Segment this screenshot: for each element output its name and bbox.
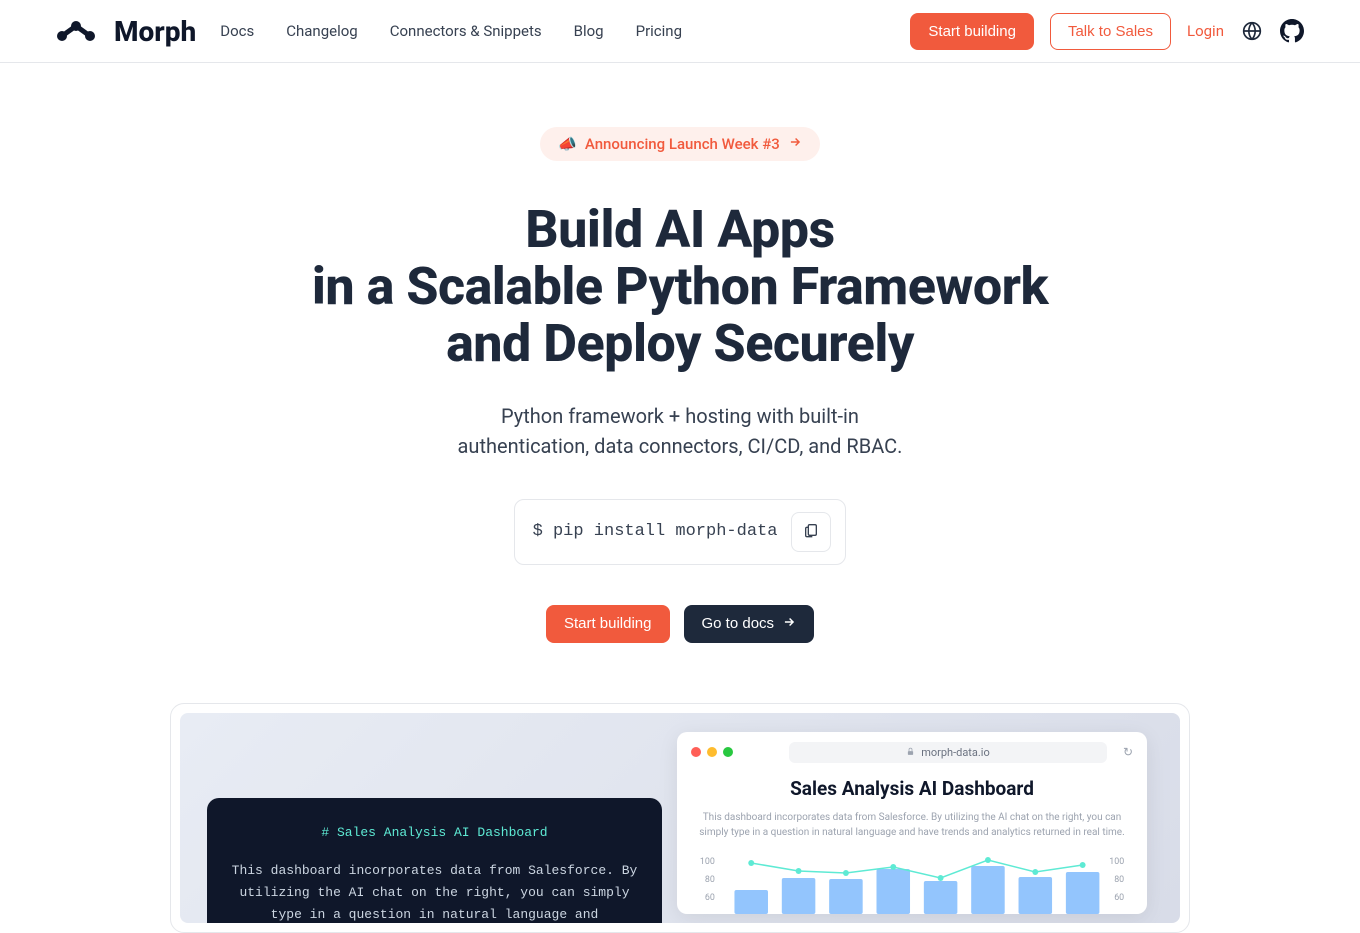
hero-subtitle: Python framework + hosting with built-in… [0, 401, 1360, 461]
login-link[interactable]: Login [1187, 22, 1224, 40]
cta-row: Start building Go to docs [0, 605, 1360, 643]
nav-blog[interactable]: Blog [574, 22, 604, 40]
preview-canvas: # Sales Analysis AI Dashboard This dashb… [180, 713, 1180, 923]
lock-icon [906, 746, 915, 759]
hero-title-line1: Build AI Apps [525, 199, 834, 260]
nav-pricing[interactable]: Pricing [636, 22, 682, 40]
announcement-text: Announcing Launch Week #3 [585, 135, 780, 153]
dashboard-chart: 100 80 60 100 80 60 [695, 854, 1129, 914]
dashboard-description: This dashboard incorporates data from Sa… [695, 810, 1129, 840]
product-preview: # Sales Analysis AI Dashboard This dashb… [170, 703, 1190, 933]
brand-logo[interactable]: Morph [56, 15, 196, 48]
site-header: Morph Docs Changelog Connectors & Snippe… [0, 0, 1360, 63]
hero-title: Build AI Apps in a Scalable Python Frame… [0, 201, 1360, 373]
traffic-light-minimize-icon [707, 747, 717, 757]
morph-logo-icon [56, 20, 106, 42]
reload-icon: ↻ [1123, 745, 1133, 759]
dashboard-title: Sales Analysis AI Dashboard [695, 777, 1129, 800]
code-body: This dashboard incorporates data from Sa… [231, 860, 638, 923]
hero-title-line3: and Deploy Securely [446, 313, 914, 374]
start-building-button[interactable]: Start building [910, 13, 1034, 50]
traffic-light-close-icon [691, 747, 701, 757]
go-to-docs-label: Go to docs [702, 615, 775, 632]
nav-connectors[interactable]: Connectors & Snippets [390, 22, 542, 40]
browser-chrome: morph-data.io ↻ [677, 732, 1147, 773]
svg-text:60: 60 [1114, 893, 1124, 903]
arrow-right-icon [788, 135, 802, 153]
clipboard-icon [803, 522, 819, 541]
hero-sub-line2: authentication, data connectors, CI/CD, … [458, 434, 903, 458]
traffic-light-zoom-icon [723, 747, 733, 757]
code-editor-panel: # Sales Analysis AI Dashboard This dashb… [207, 798, 662, 923]
announcement-pill[interactable]: 📣 Announcing Launch Week #3 [540, 127, 820, 161]
header-actions: Start building Talk to Sales Login [910, 13, 1304, 50]
copy-button[interactable] [791, 512, 831, 552]
install-command-box: $ pip install morph-data [514, 499, 847, 565]
brand-name: Morph [114, 15, 196, 48]
hero-start-building-button[interactable]: Start building [546, 605, 670, 643]
megaphone-icon: 📣 [558, 135, 577, 153]
nav-docs[interactable]: Docs [220, 22, 254, 40]
hero-sub-line1: Python framework + hosting with built-in [501, 404, 859, 428]
code-heading: # Sales Analysis AI Dashboard [231, 822, 638, 844]
install-command: $ pip install morph-data [533, 522, 778, 541]
nav-changelog[interactable]: Changelog [286, 22, 357, 40]
svg-text:80: 80 [705, 875, 715, 885]
url-bar: morph-data.io [789, 742, 1107, 763]
svg-text:60: 60 [705, 893, 715, 903]
browser-url: morph-data.io [921, 746, 990, 759]
svg-text:80: 80 [1114, 875, 1124, 885]
dashboard-content: Sales Analysis AI Dashboard This dashboa… [677, 773, 1147, 914]
github-icon[interactable] [1280, 19, 1304, 43]
main-nav: Docs Changelog Connectors & Snippets Blo… [220, 22, 682, 40]
globe-icon[interactable] [1240, 19, 1264, 43]
hero-title-line2: in a Scalable Python Framework [312, 256, 1048, 317]
arrow-right-icon [782, 615, 796, 633]
svg-text:100: 100 [700, 857, 715, 867]
svg-text:100: 100 [1109, 857, 1124, 867]
browser-mockup: morph-data.io ↻ Sales Analysis AI Dashbo… [677, 732, 1147, 914]
talk-to-sales-button[interactable]: Talk to Sales [1050, 13, 1171, 50]
hero-section: 📣 Announcing Launch Week #3 Build AI App… [0, 63, 1360, 933]
go-to-docs-button[interactable]: Go to docs [684, 605, 815, 643]
